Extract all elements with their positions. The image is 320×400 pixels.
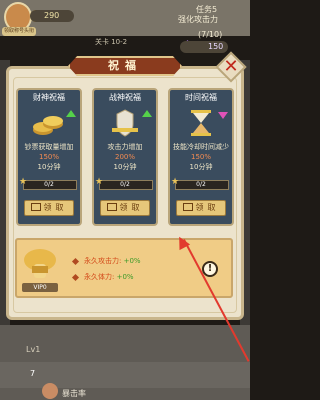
vip-level-label: VIP0 (22, 283, 58, 292)
player-title-tag[interactable]: 领取称号头衔 (2, 27, 36, 36)
increase-arrow-icon (142, 110, 152, 117)
close-icon[interactable]: ✕ (220, 56, 242, 78)
claim-label: 领取 (43, 203, 68, 212)
video-ad-icon (182, 203, 193, 211)
blessing-card-war: 战神祝福 攻击力增加 200% 10分钟 ★ 0/2 领取 (92, 88, 158, 226)
decrease-arrow-icon (218, 112, 228, 119)
claim-label: 领取 (119, 203, 144, 212)
card-progress-text: 0/2 (120, 181, 130, 188)
increase-arrow-icon (66, 110, 76, 117)
card-percent: 150% (38, 153, 59, 161)
bonus-hp-label: 永久体力: (84, 273, 115, 281)
bonus-attack-value: +0% (123, 257, 141, 265)
dialog-title: 祝福 (108, 59, 142, 72)
hourglass-icon (191, 110, 211, 136)
card-duration: 10分钟 (189, 163, 213, 171)
card-description: 技能冷却时间减少 (173, 143, 229, 151)
sword-shield-icon (112, 109, 138, 137)
blessing-card-wealth: 财神祝福 钞票获取量增加 150% 10分钟 ★ 0/2 领取 (16, 88, 82, 226)
blessing-card-time: 时间祝福 技能冷却时间减少 150% 10分钟 ★ 0/2 领取 (168, 88, 234, 226)
crit-icon (42, 383, 58, 399)
claim-button-wealth[interactable]: 领取 (24, 200, 74, 216)
task-progress: (7/10) (198, 30, 223, 39)
bonus-attack-label: 永久攻击力: (84, 257, 122, 265)
vip-mushroom-icon (24, 249, 56, 278)
video-ad-icon (30, 203, 41, 211)
card-description: 攻击力增加 (107, 143, 143, 151)
upgrade-row-label: 暴击率 (62, 389, 86, 398)
claim-button-time[interactable]: 领取 (176, 200, 226, 216)
card-title: 战神祝福 (109, 93, 141, 102)
gem-counter: 150 (180, 41, 228, 53)
video-ad-icon (106, 203, 117, 211)
card-title: 时间祝福 (185, 93, 217, 102)
info-button[interactable]: ! (202, 261, 218, 277)
stage-label: 关卡 10-2 (95, 38, 128, 46)
card-progress-text: 0/2 (196, 181, 206, 188)
card-title: 财神祝福 (33, 93, 65, 102)
claim-button-war[interactable]: 领取 (100, 200, 150, 216)
card-description: 钞票获取量增加 (24, 143, 74, 151)
coin-stack-icon (33, 116, 63, 135)
task-description: 强化攻击力 (178, 15, 218, 24)
permanent-attack-bonus: 永久攻击力: +0% (84, 256, 141, 266)
gold-counter: 290 (30, 10, 74, 22)
upgrade-row[interactable] (0, 362, 250, 388)
permanent-hp-bonus: 永久体力: +0% (84, 272, 134, 282)
card-progress-text: 0/2 (44, 181, 54, 188)
card-percent: 200% (114, 153, 135, 161)
claim-label: 领取 (195, 203, 220, 212)
card-percent: 150% (190, 153, 211, 161)
card-duration: 10分钟 (37, 163, 61, 171)
bonus-hp-value: +0% (116, 273, 134, 281)
upgrade-row-number: 7 (30, 369, 36, 378)
level-label: Lv1 (26, 345, 41, 354)
card-duration: 10分钟 (113, 163, 137, 171)
